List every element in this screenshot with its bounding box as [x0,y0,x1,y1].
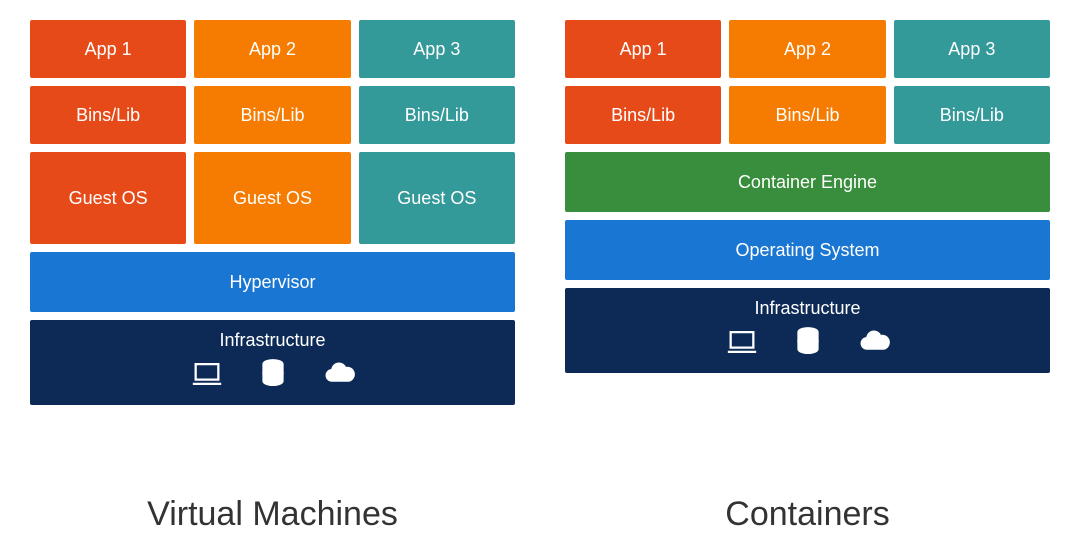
vm-infra-icons [190,357,356,391]
laptop-icon [190,357,224,391]
ct-bins-box: Bins/Lib [729,86,885,144]
vm-infrastructure-label: Infrastructure [219,330,325,351]
ct-os-box: Operating System [565,220,1050,280]
vm-guestos-box: Guest OS [30,152,186,244]
ct-diagram: App 1 App 2 App 3 Bins/Lib Bins/Lib Bins… [565,20,1050,373]
ct-app-box: App 3 [894,20,1050,78]
vm-title: Virtual Machines [30,495,515,534]
vm-hypervisor-box: Hypervisor [30,252,515,312]
vm-bins-row: Bins/Lib Bins/Lib Bins/Lib [30,86,515,144]
ct-app-box: App 1 [565,20,721,78]
vm-infrastructure-box: Infrastructure [30,320,515,405]
vm-app-box: App 2 [194,20,350,78]
vm-bins-box: Bins/Lib [359,86,515,144]
ct-infra-icons [725,325,891,359]
database-icon [256,357,290,391]
vm-guestos-box: Guest OS [359,152,515,244]
ct-infrastructure-box: Infrastructure [565,288,1050,373]
ct-stack: App 1 App 2 App 3 Bins/Lib Bins/Lib Bins… [565,20,1050,534]
vm-app-box: App 1 [30,20,186,78]
ct-title: Containers [565,495,1050,534]
ct-bins-row: Bins/Lib Bins/Lib Bins/Lib [565,86,1050,144]
vm-apps-row: App 1 App 2 App 3 [30,20,515,78]
vm-stack: App 1 App 2 App 3 Bins/Lib Bins/Lib Bins… [30,20,515,534]
ct-infrastructure-label: Infrastructure [754,298,860,319]
ct-bins-box: Bins/Lib [894,86,1050,144]
database-icon [791,325,825,359]
cloud-icon [857,325,891,359]
vm-bins-box: Bins/Lib [194,86,350,144]
ct-bins-box: Bins/Lib [565,86,721,144]
ct-engine-box: Container Engine [565,152,1050,212]
vm-bins-box: Bins/Lib [30,86,186,144]
laptop-icon [725,325,759,359]
cloud-icon [322,357,356,391]
ct-app-box: App 2 [729,20,885,78]
vm-diagram: App 1 App 2 App 3 Bins/Lib Bins/Lib Bins… [30,20,515,405]
ct-apps-row: App 1 App 2 App 3 [565,20,1050,78]
vm-guestos-box: Guest OS [194,152,350,244]
vm-guestos-row: Guest OS Guest OS Guest OS [30,152,515,244]
vm-app-box: App 3 [359,20,515,78]
